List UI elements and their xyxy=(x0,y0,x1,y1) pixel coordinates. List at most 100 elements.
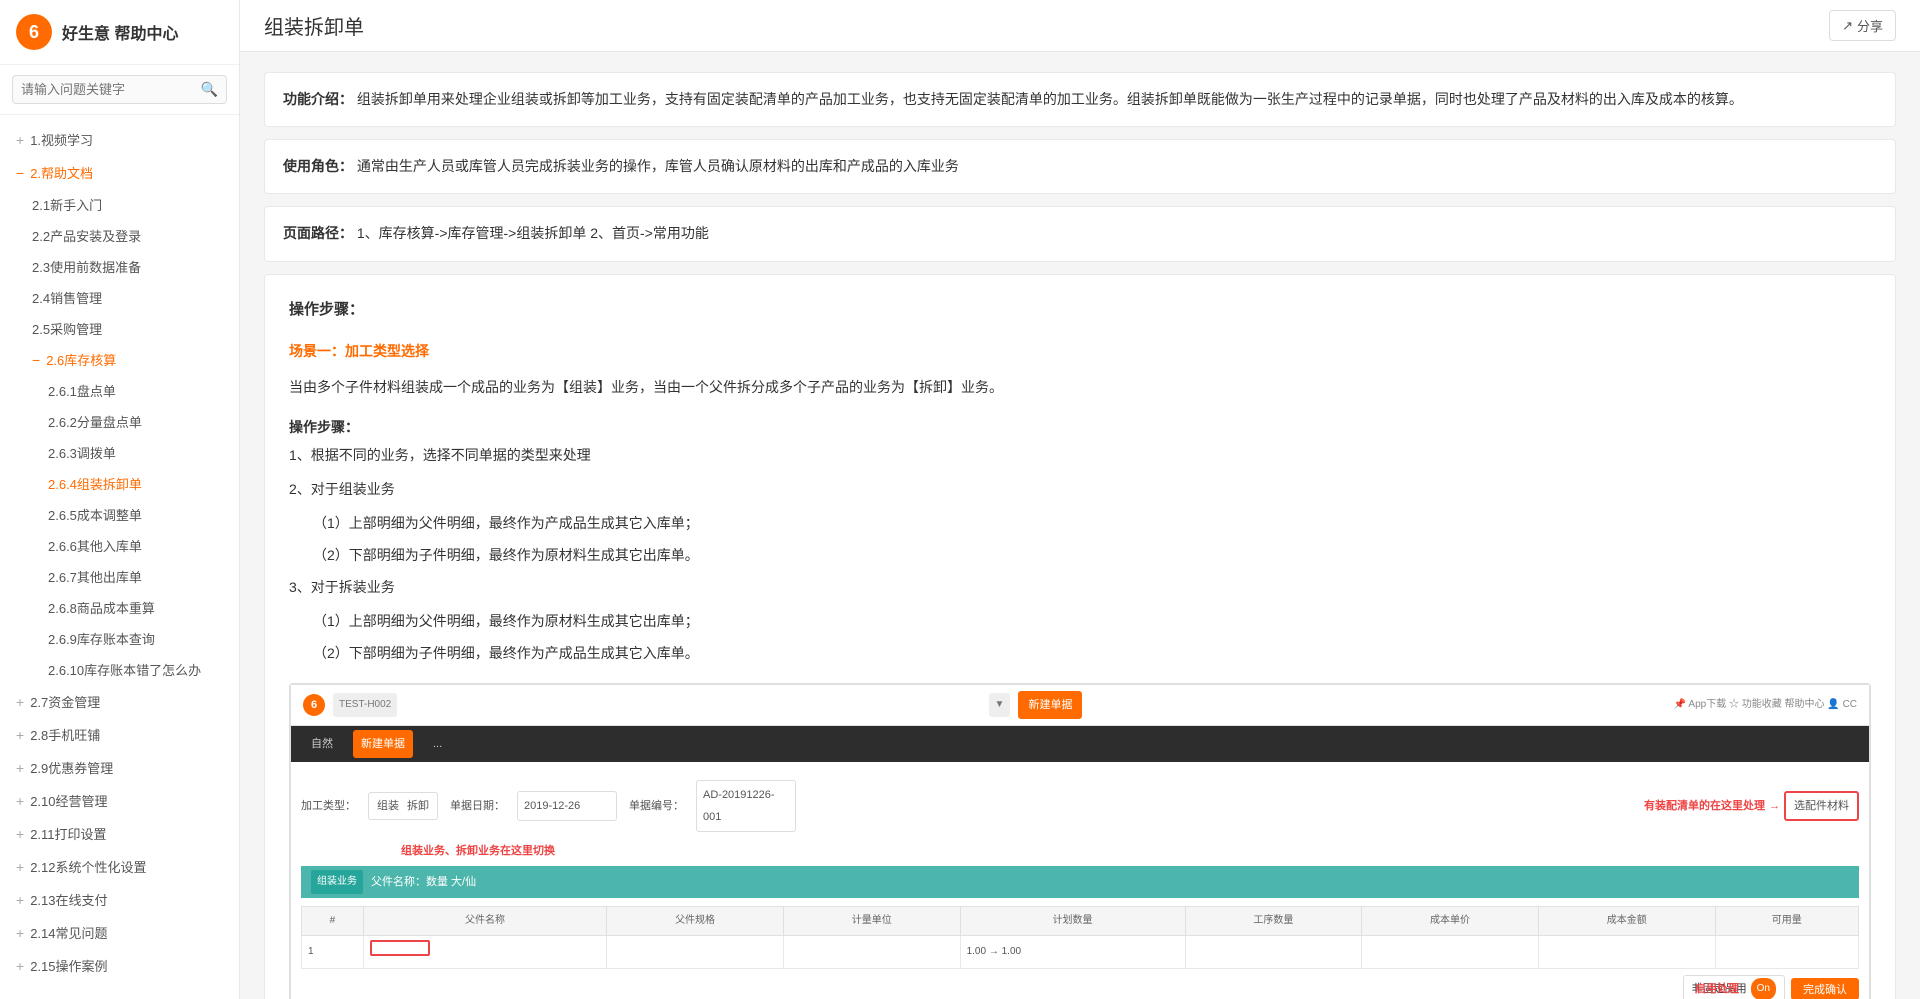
sim-new-order-btn[interactable]: 新建单据 xyxy=(1018,691,1082,719)
sidebar-item-s2610[interactable]: 2.6.10库存账本错了怎么办 xyxy=(0,654,239,685)
sidebar-item-case[interactable]: + 2.15操作案例 xyxy=(0,949,239,982)
annotation1-area: 有装配清单的在这里处理 → 选配件材料 xyxy=(1644,791,1859,821)
path-label: 页面路径： xyxy=(283,225,353,241)
sim-date-value: 2019-12-26 xyxy=(517,791,617,821)
sidebar-label-s265: 2.6.5成本调整单 xyxy=(48,505,142,524)
ops-title: 操作步骤： xyxy=(289,295,1871,325)
minus-icon-docs: − xyxy=(16,165,24,181)
annotation2-text: 组装业务、拆卸业务在这里切换 xyxy=(401,840,555,862)
td-unit1 xyxy=(783,935,960,968)
sim-subheader1: 组装业务 父件名称：数量 大/仙 xyxy=(301,866,1859,898)
sidebar-item-online[interactable]: + 2.13在线支付 xyxy=(0,883,239,916)
sidebar-item-s269[interactable]: 2.6.9库存账本查询 xyxy=(0,623,239,654)
logo-area: 6 好生意 帮助中心 xyxy=(0,0,239,65)
sim-subheader-label1: 父件名称：数量 大/仙 xyxy=(371,871,476,893)
sim-nav-more[interactable]: ... xyxy=(425,730,450,758)
sidebar-label-s263: 2.6.3调拨单 xyxy=(48,443,116,462)
topbar: 组装拆卸单 ↗ 分享 xyxy=(240,0,1920,52)
sim-no-label: 单据编号： xyxy=(629,795,684,817)
sidebar-label-docs: 2.帮助文档 xyxy=(30,163,93,182)
plus-icon-coupon: + xyxy=(16,760,24,776)
sidebar-label-data: 2.3使用前数据准备 xyxy=(32,257,141,276)
sidebar-item-docs[interactable]: − 2.帮助文档 xyxy=(0,156,239,189)
sim-asm-tag: 组装业务 xyxy=(311,870,363,894)
sidebar-label-s264: 2.6.4组装拆卸单 xyxy=(48,474,142,493)
step3: 3、对于拆装业务 xyxy=(289,573,1871,601)
sim-toggle-on[interactable]: On xyxy=(1751,978,1776,999)
sim-confirm-btn[interactable]: 完成确认 xyxy=(1791,978,1859,999)
role-text: 通常由生产人员或库管人员完成拆装业务的操作，库管人员确认原材料的出库和产成品的入… xyxy=(357,158,959,174)
sidebar-label-money: 2.7资金管理 xyxy=(30,692,100,711)
sidebar-item-s262[interactable]: 2.6.2分量盘点单 xyxy=(0,406,239,437)
ops-steps-title: 操作步骤： xyxy=(289,413,1871,441)
plus-icon-case: + xyxy=(16,958,24,974)
th-num: # xyxy=(302,906,364,935)
sidebar-item-s268[interactable]: 2.6.8商品成本重算 xyxy=(0,592,239,623)
sidebar-item-money[interactable]: + 2.7资金管理 xyxy=(0,685,239,718)
sidebar-item-faq[interactable]: + 2.14常见问题 xyxy=(0,916,239,949)
td-avail1 xyxy=(1715,935,1858,968)
sidebar-item-mobile[interactable]: + 2.8手机旺铺 xyxy=(0,718,239,751)
sim-icons-right: 📌 App下载 ☆ 功能收藏 帮助中心 👤 CC xyxy=(1674,695,1857,715)
sidebar-label-case: 2.15操作案例 xyxy=(30,956,107,975)
search-box: 🔍 xyxy=(0,65,239,115)
sidebar-label-newbie: 2.1新手入门 xyxy=(32,195,102,214)
share-button[interactable]: ↗ 分享 xyxy=(1829,10,1896,41)
sidebar-item-purchase[interactable]: 2.5采购管理 xyxy=(0,313,239,344)
share-label: 分享 xyxy=(1857,16,1883,35)
main-area: 组装拆卸单 ↗ 分享 功能介绍： 组装拆卸单用来处理企业组装或拆卸等加工业务，支… xyxy=(240,0,1920,999)
plus-icon-online: + xyxy=(16,892,24,908)
sim-nav-home[interactable]: 自然 xyxy=(303,730,341,758)
search-input[interactable] xyxy=(21,82,201,97)
sim-form-row1: 加工类型： 组装 拆卸 单据日期： 2019-12-26 单据编号： AD-20… xyxy=(301,780,1859,832)
search-button[interactable]: 🔍 xyxy=(201,81,218,98)
sidebar-item-coupon[interactable]: + 2.9优惠券管理 xyxy=(0,751,239,784)
sim-nav-new[interactable]: 新建单据 xyxy=(353,730,413,758)
sim-date-label: 单据日期： xyxy=(450,795,505,817)
sidebar-item-ops[interactable]: + 2.10经营管理 xyxy=(0,784,239,817)
sim-app-id: TEST-H002 xyxy=(333,693,397,717)
sim-parent-table: # 父件名称 父件规格 计量单位 计划数量 工序数量 成本单价 成本金额 可用量 xyxy=(301,906,1859,969)
sidebar-item-newbie[interactable]: 2.1新手入门 xyxy=(0,189,239,220)
sidebar-item-s264[interactable]: 2.6.4组装拆卸单 xyxy=(0,468,239,499)
sidebar-item-s261[interactable]: 2.6.1盘点单 xyxy=(0,375,239,406)
step2-sub2: （2）下部明细为子件明细，最终作为原材料生成其它出库单。 xyxy=(313,541,1871,569)
sidebar-item-data[interactable]: 2.3使用前数据准备 xyxy=(0,251,239,282)
sidebar: 6 好生意 帮助中心 🔍 + 1.视频学习 − 2.帮助文档 2.1新手入门 2… xyxy=(0,0,240,999)
sim-type-selector[interactable]: 组装 拆卸 xyxy=(368,792,438,820)
sidebar-label-ops: 2.10经营管理 xyxy=(30,791,107,810)
sidebar-item-stock[interactable]: − 2.6库存核算 xyxy=(0,344,239,375)
sidebar-item-s263[interactable]: 2.6.3调拨单 xyxy=(0,437,239,468)
sim-type-label: 加工类型： xyxy=(301,795,356,817)
td-process1 xyxy=(1185,935,1362,968)
sidebar-label-print: 2.11打印设置 xyxy=(30,824,106,843)
sidebar-item-install[interactable]: 2.2产品安装及登录 xyxy=(0,220,239,251)
td-plan1: 1.00 → 1.00 xyxy=(960,935,1185,968)
path-text: 1、库存核算->库存管理->组装拆卸单 2、首页->常用功能 xyxy=(357,225,709,241)
plus-icon-faq: + xyxy=(16,925,24,941)
sidebar-item-print[interactable]: + 2.11打印设置 xyxy=(0,817,239,850)
td-total1 xyxy=(1538,935,1715,968)
sidebar-item-s267[interactable]: 2.6.7其他出库单 xyxy=(0,561,239,592)
sidebar-item-sysconf[interactable]: + 2.12系统个性化设置 xyxy=(0,850,239,883)
sidebar-item-s265[interactable]: 2.6.5成本调整单 xyxy=(0,499,239,530)
sidebar-item-video[interactable]: + 1.视频学习 xyxy=(0,123,239,156)
th-avail: 可用量 xyxy=(1715,906,1858,935)
sidebar-item-sales[interactable]: 2.4销售管理 xyxy=(0,282,239,313)
sim-nav: 自然 新建单据 ... xyxy=(291,726,1869,762)
function-intro-text: 组装拆卸单用来处理企业组装或拆卸等加工业务，支持有固定装配清单的产品加工业务，也… xyxy=(357,91,1743,107)
step3-sub2: （2）下部明细为子件明细，最终作为产成品生成其它入库单。 xyxy=(313,639,1871,667)
step2-sub-list: （1）上部明细为父件明细，最终作为产成品生成其它入库单； （2）下部明细为子件明… xyxy=(289,509,1871,569)
sidebar-label-s266: 2.6.6其他入库单 xyxy=(48,536,142,555)
sidebar-label-sysconf: 2.12系统个性化设置 xyxy=(30,857,146,876)
td-1: 1 xyxy=(302,935,364,968)
sidebar-label-mobile: 2.8手机旺铺 xyxy=(30,725,100,744)
td-cost1 xyxy=(1362,935,1539,968)
plus-icon: + xyxy=(16,132,24,148)
sim-process-btn[interactable]: 选配件材料 xyxy=(1784,791,1859,821)
sidebar-item-s266[interactable]: 2.6.6其他入库单 xyxy=(0,530,239,561)
sidebar-label-online: 2.13在线支付 xyxy=(30,890,107,909)
app-title: 好生意 帮助中心 xyxy=(62,20,178,44)
td-name1 xyxy=(363,935,606,968)
scenario1-title: 场景一：加工类型选择 xyxy=(289,337,1871,365)
